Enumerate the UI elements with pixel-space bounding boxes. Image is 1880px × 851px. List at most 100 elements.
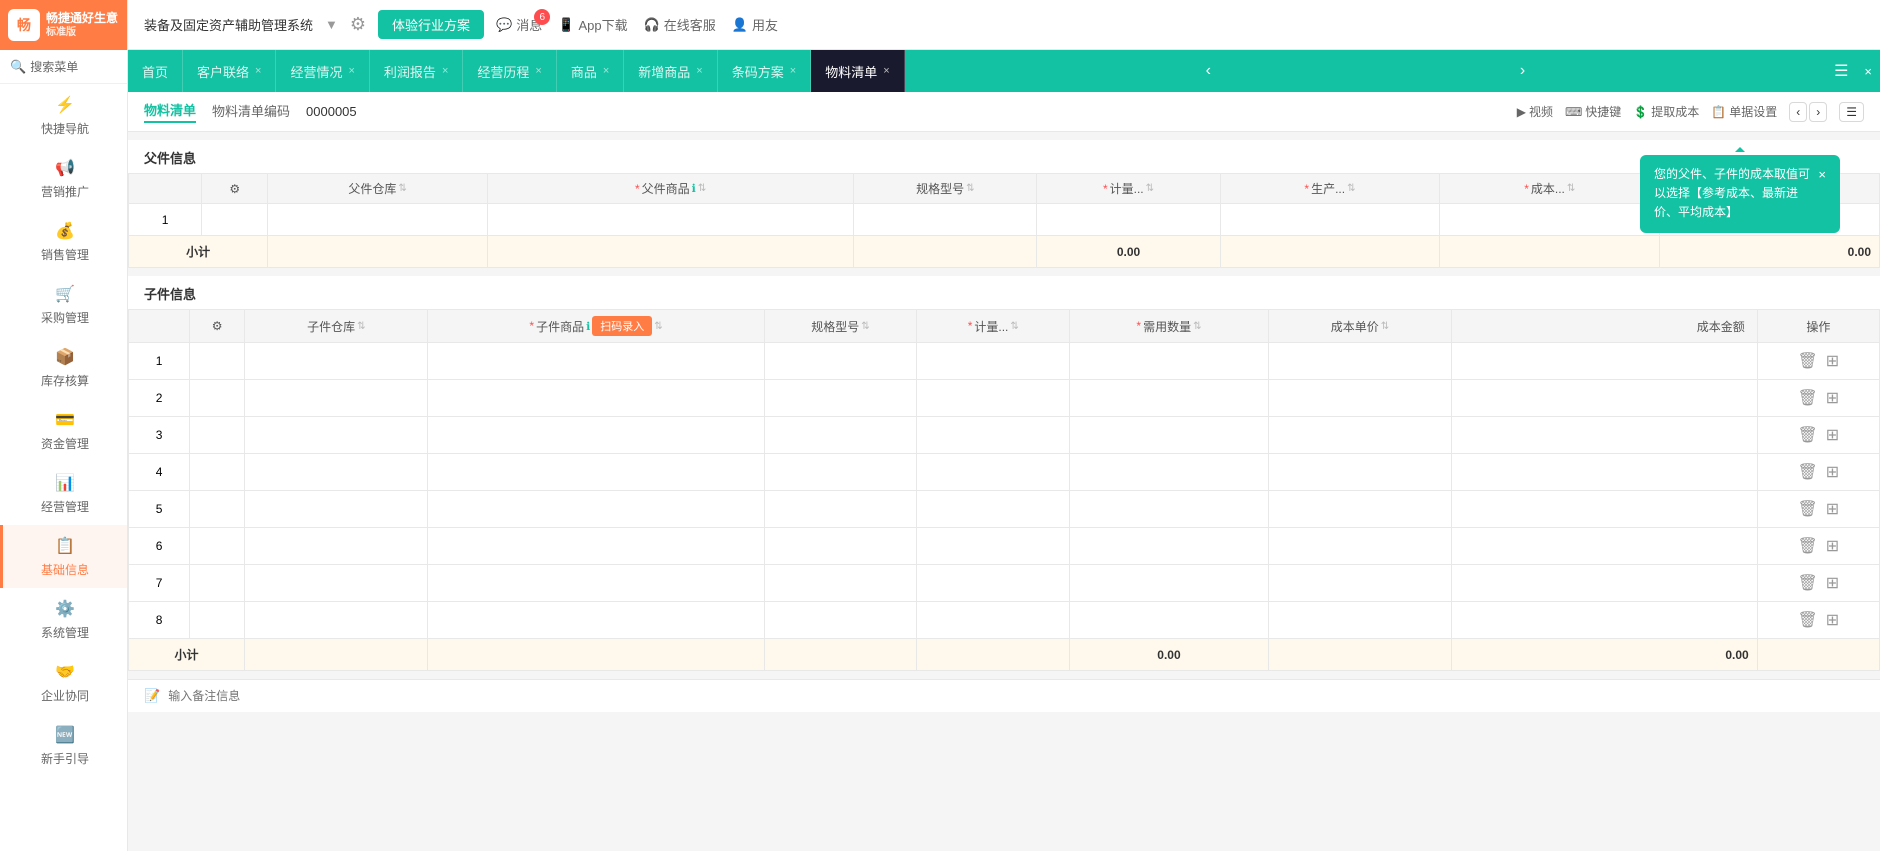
tab-profit[interactable]: 利润报告 × [370,50,463,92]
copy-row-4-button[interactable]: ⊞ [1824,460,1841,484]
child-row-1-unit-cost[interactable] [1268,343,1451,380]
child-col-unit[interactable]: *计量... ⇅ [917,310,1070,343]
copy-row-8-button[interactable]: ⊞ [1824,608,1841,632]
child-row-1-spec[interactable] [764,343,917,380]
sidebar-item-marketing[interactable]: 📢 营销推广 [0,147,127,210]
tab-bom-close[interactable]: × [883,65,889,77]
copy-row-2-button[interactable]: ⊞ [1824,386,1841,410]
tab-bom[interactable]: 物料清单 × [811,50,904,92]
sidebar-item-inventory[interactable]: 📦 库存核算 [0,336,127,399]
sidebar-item-quick-nav[interactable]: ⚡ 快捷导航 [0,84,127,147]
app-download-button[interactable]: 📱 App下载 [558,15,627,34]
tab-close-all[interactable]: × [1856,64,1880,79]
tab-menu-icon[interactable]: ☰ [1826,61,1856,81]
search-menu[interactable]: 🔍 搜索菜单 [0,50,127,84]
parent-row-goods[interactable] [487,204,853,236]
delete-row-3-button[interactable]: 🗑 [1795,423,1819,447]
tab-barcode-close[interactable]: × [790,65,796,77]
child-row-1-warehouse[interactable] [245,343,428,380]
child-row-1-unit[interactable] [917,343,1070,380]
delete-row-1-button[interactable]: 🗑 [1795,349,1819,373]
parent-row-production[interactable] [1220,204,1440,236]
notes-input[interactable] [168,689,1864,703]
parent-col-production[interactable]: *生产... ⇅ [1220,174,1440,204]
copy-row-3-button[interactable]: ⊞ [1824,423,1841,447]
single-settings-button[interactable]: 📋 单据设置 [1711,103,1777,120]
parent-col-spec[interactable]: 规格型号 ⇅ [854,174,1037,204]
extract-cost-button[interactable]: 💲 提取成本 [1633,103,1699,120]
shortcut-button[interactable]: ⌨ 快捷键 [1565,103,1621,120]
delete-row-2-button[interactable]: 🗑 [1795,386,1819,410]
tab-scroll-right[interactable]: › [1512,62,1533,80]
child-col-warehouse[interactable]: 子件仓库 ⇅ [245,310,428,343]
child-col-goods[interactable]: *子件商品 ℹ 扫码录入 ⇅ [428,310,764,343]
prev-arrow[interactable]: ‹ [1789,102,1807,122]
tab-goods-close[interactable]: × [603,65,609,77]
child-col-qty[interactable]: *需用数量 ⇅ [1070,310,1269,343]
tab-operation-status[interactable]: 经营情况 × [276,50,369,92]
sub-tab-bom[interactable]: 物料清单 [144,100,196,123]
tab-goods[interactable]: 商品 × [557,50,624,92]
sidebar-item-system[interactable]: ⚙️ 系统管理 [0,588,127,651]
settings-button[interactable]: ⚙ [350,14,366,35]
message-button[interactable]: 💬 消息 6 [496,15,542,34]
sub-tab-code[interactable]: 物料清单编码 [212,101,290,122]
copy-row-6-button[interactable]: ⊞ [1824,534,1841,558]
delete-row-5-button[interactable]: 🗑 [1795,497,1819,521]
tab-scroll-left[interactable]: ‹ [1198,62,1219,80]
parent-row-cost[interactable] [1440,204,1660,236]
sidebar-item-basic[interactable]: 📋 基础信息 [0,525,127,588]
video-button[interactable]: ▶ 视频 [1517,103,1553,120]
copy-row-1-button[interactable]: ⊞ [1824,349,1841,373]
delete-row-4-button[interactable]: 🗑 [1795,460,1819,484]
child-row-1-goods[interactable] [428,343,764,380]
parent-row-unit[interactable] [1037,204,1220,236]
tab-profit-close[interactable]: × [442,65,448,77]
scan-button[interactable]: 扫码录入 [592,316,652,336]
tab-new-goods[interactable]: 新增商品 × [624,50,717,92]
sidebar-item-guide[interactable]: 🆕 新手引导 [0,714,127,777]
tooltip-popup: × 您的父件、子件的成本取值可以选择【参考成本、最新进价、平均成本】 [1640,155,1840,233]
grid-view-button[interactable]: ☰ [1839,102,1864,122]
parent-row-spec[interactable] [854,204,1037,236]
sidebar-item-finance[interactable]: 💳 资金管理 [0,399,127,462]
copy-row-7-button[interactable]: ⊞ [1824,571,1841,595]
dropdown-arrow[interactable]: ▼ [325,17,338,32]
child-col-spec[interactable]: 规格型号 ⇅ [764,310,917,343]
parent-col-goods[interactable]: * 父件商品 ℹ ⇅ [487,174,853,204]
tab-customer-close[interactable]: × [255,65,261,77]
tab-history[interactable]: 经营历程 × [463,50,556,92]
sidebar-item-purchase[interactable]: 🛒 采购管理 [0,273,127,336]
tab-barcode-label: 条码方案 [732,62,784,81]
delete-row-7-button[interactable]: 🗑 [1795,571,1819,595]
child-col-unit-cost[interactable]: 成本单价 ⇅ [1268,310,1451,343]
tab-operation-status-close[interactable]: × [348,65,354,77]
inventory-icon: 📦 [54,346,76,368]
delete-row-8-button[interactable]: 🗑 [1795,608,1819,632]
goods-sort[interactable]: * 父件商品 ℹ ⇅ [635,180,706,197]
tab-home[interactable]: 首页 [128,50,183,92]
tab-customer[interactable]: 客户联络 × [183,50,276,92]
next-arrow[interactable]: › [1809,102,1827,122]
online-service-button[interactable]: 🎧 在线客服 [644,15,716,34]
parent-col-unit[interactable]: *计量... ⇅ [1037,174,1220,204]
delete-row-6-button[interactable]: 🗑 [1795,534,1819,558]
parent-row-warehouse[interactable] [268,204,488,236]
sidebar-item-sales[interactable]: 💰 销售管理 [0,210,127,273]
tab-new-goods-close[interactable]: × [696,65,702,77]
sidebar-item-enterprise[interactable]: 🤝 企业协同 [0,651,127,714]
child-row-1-cost-amount [1452,343,1758,380]
tab-bar: 首页 客户联络 × 经营情况 × 利润报告 × 经营历程 × 商品 × 新增商品… [128,50,1880,92]
enterprise-icon: 🤝 [54,661,76,683]
warehouse-sort[interactable]: 父件仓库 ⇅ [348,180,406,197]
tooltip-close-button[interactable]: × [1818,165,1826,186]
child-row-1-qty[interactable] [1070,343,1269,380]
copy-row-5-button[interactable]: ⊞ [1824,497,1841,521]
parent-col-cost[interactable]: *成本... ⇅ [1440,174,1660,204]
sidebar-item-operation[interactable]: 📊 经营管理 [0,462,127,525]
trial-button[interactable]: 体验行业方案 [378,10,484,39]
tab-barcode[interactable]: 条码方案 × [718,50,811,92]
tab-history-close[interactable]: × [535,65,541,77]
parent-col-warehouse[interactable]: 父件仓库 ⇅ [268,174,488,204]
user-button[interactable]: 👤 用友 [732,15,778,34]
